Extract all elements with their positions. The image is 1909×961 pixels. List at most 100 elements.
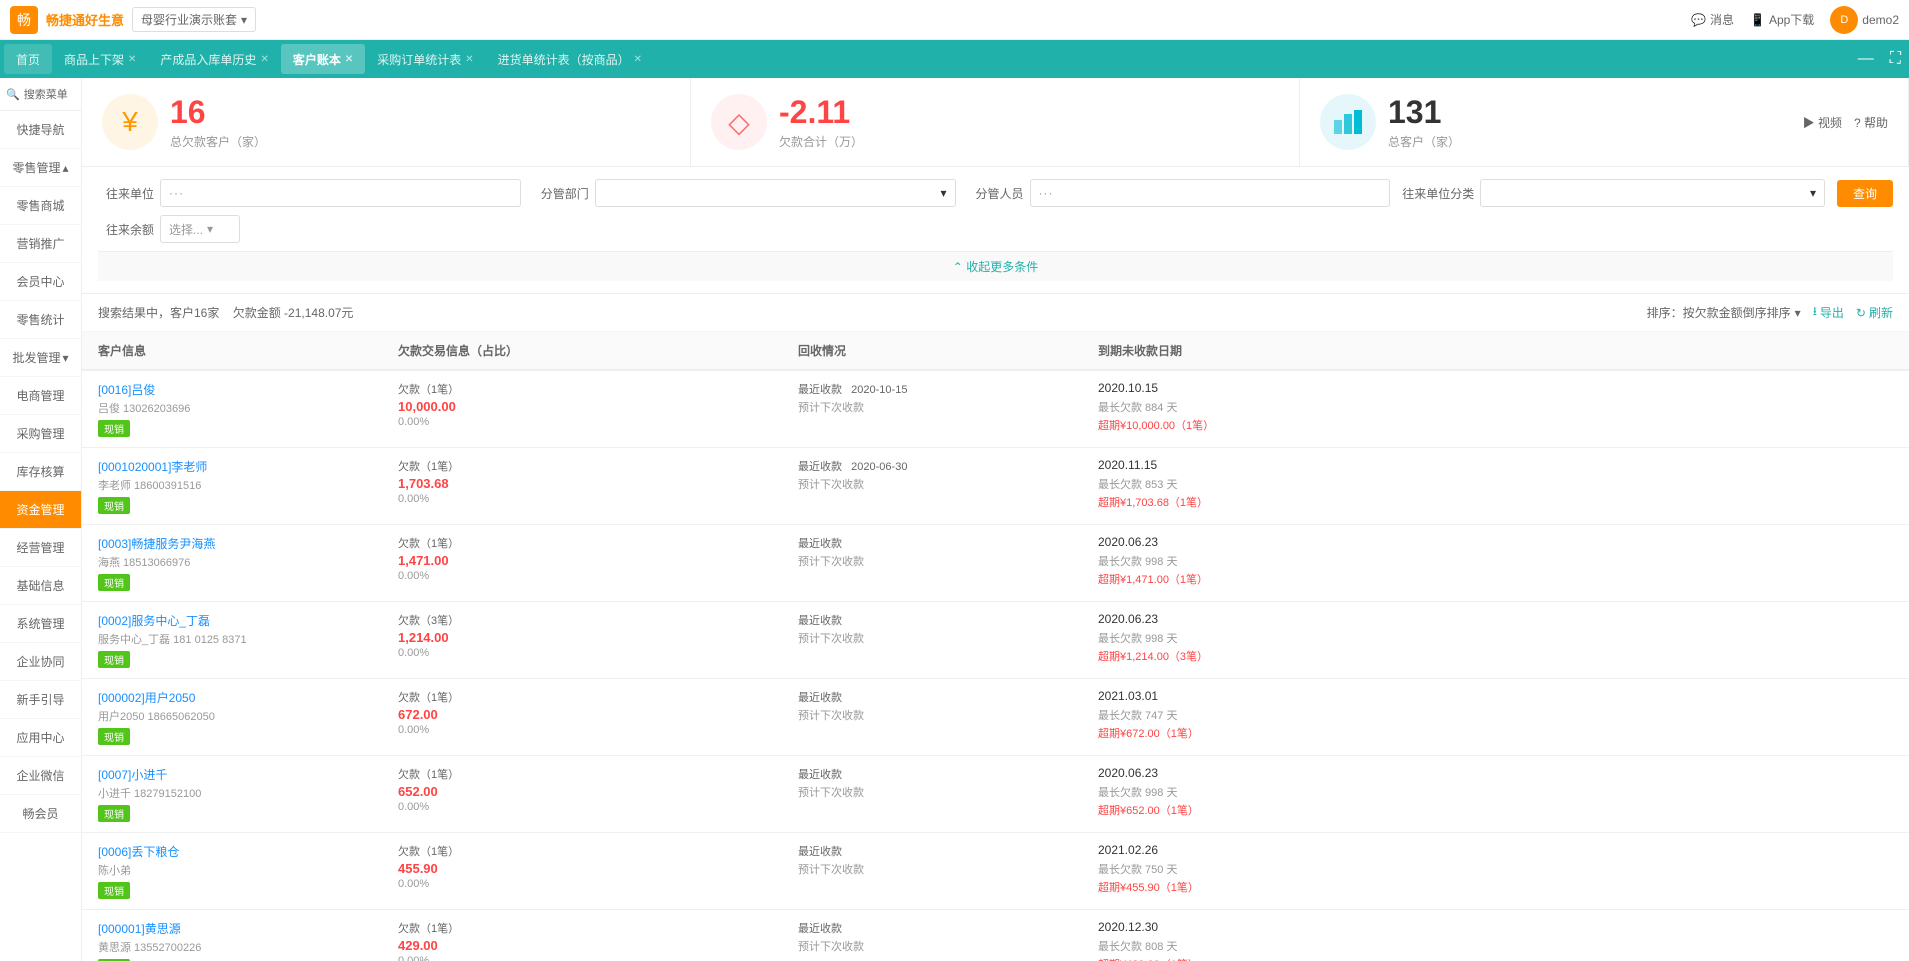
filter-input-company[interactable]: ··· xyxy=(160,179,521,207)
sidebar-item-basic-info[interactable]: 基础信息 xyxy=(0,567,81,605)
sidebar-item-marketing[interactable]: 营销推广 xyxy=(0,225,81,263)
customer-tag-5: 现销 xyxy=(98,728,130,745)
filter-input-dept[interactable]: ▾ xyxy=(595,179,956,207)
sidebar-item-new-guide[interactable]: 新手引导 xyxy=(0,681,81,719)
customer-name-4[interactable]: [0002]服务中心_丁磊 xyxy=(98,612,398,629)
table-row: [0007]小进千 小进千 18279152100 现销 欠款（1笔） 652.… xyxy=(82,756,1909,833)
maximize-btn[interactable]: ⛶ xyxy=(1886,50,1905,68)
tab-close-icon[interactable]: ✕ xyxy=(465,54,473,65)
sidebar-item-finance[interactable]: 资金管理 xyxy=(0,491,81,529)
customer-name-3[interactable]: [0003]畅捷服务尹海燕 xyxy=(98,535,398,552)
customer-tag-3: 现销 xyxy=(98,574,130,591)
export-btn[interactable]: ⭳ 导出 xyxy=(1813,302,1844,323)
recovery-cell-4: 最近收款 预计下次收款 xyxy=(798,612,1098,646)
minimize-btn[interactable]: — xyxy=(1854,50,1878,68)
overdue-cell-2: 2020.11.15 最长欠款 853 天 超期¥1,703.68（1笔） xyxy=(1098,458,1893,510)
customer-name-6[interactable]: [0007]小进千 xyxy=(98,766,398,783)
sidebar-item-retail-mall[interactable]: 零售商城 xyxy=(0,187,81,225)
top-right-actions: 💬 消息 📱 App下载 D demo2 xyxy=(1691,6,1899,34)
query-button[interactable]: 查询 xyxy=(1837,180,1893,207)
customer-cell-3: [0003]畅捷服务尹海燕 海燕 18513066976 现销 xyxy=(98,535,398,591)
sort-label: 排序：按欠款金额倒序排序 xyxy=(1647,304,1791,321)
phone-icon: 📱 xyxy=(1750,13,1765,27)
recovery-cell-1: 最近收款 2020-10-15 预计下次收款 xyxy=(798,381,1098,415)
recovery-cell-6: 最近收款 预计下次收款 xyxy=(798,766,1098,800)
overdue-cell-7: 2021.02.26 最长欠款 750 天 超期¥455.90（1笔） xyxy=(1098,843,1893,895)
user-avatar[interactable]: D demo2 xyxy=(1830,6,1899,34)
sidebar-item-system-mgmt[interactable]: 系统管理 xyxy=(0,605,81,643)
debt-cell-1: 欠款（1笔） 10,000.00 0.00% xyxy=(398,381,798,428)
stat-card-total-customers: 131 总客户（家） ▶ 视频 ? 帮助 xyxy=(1300,78,1909,166)
tab-close-icon[interactable]: ✕ xyxy=(260,54,268,65)
video-btn[interactable]: ▶ 视频 xyxy=(1803,114,1842,131)
filter-label-class: 往来单位分类 xyxy=(1402,185,1474,202)
company-selector[interactable]: 母婴行业演示账套 ▾ xyxy=(132,7,256,32)
sidebar-item-enterprise-wechat[interactable]: 企业微信 xyxy=(0,757,81,795)
sidebar-item-purchase-mgmt[interactable]: 采购管理 xyxy=(0,415,81,453)
sidebar-item-ecommerce[interactable]: 电商管理 xyxy=(0,377,81,415)
customer-info-8: 黄思源 13552700226 xyxy=(98,939,398,955)
customer-info-4: 服务中心_丁磊 181 0125 8371 xyxy=(98,631,398,647)
help-btn[interactable]: ? 帮助 xyxy=(1854,114,1888,131)
customer-info-5: 用户2050 18665062050 xyxy=(98,708,398,724)
filter-area: 往来单位 ··· 分管部门 ▾ 分管人员 ··· xyxy=(82,167,1909,293)
sidebar-item-wholesale-mgmt[interactable]: 批发管理▾ xyxy=(0,339,81,377)
customer-cell-6: [0007]小进千 小进千 18279152100 现销 xyxy=(98,766,398,822)
stat-number-debtors: 16 xyxy=(170,94,266,131)
customer-name-8[interactable]: [000001]黄思源 xyxy=(98,920,398,937)
sidebar-item-inventory[interactable]: 库存核算 xyxy=(0,453,81,491)
stat-info-total-debt: -2.11 欠款合计（万） xyxy=(779,94,863,150)
sidebar-item-member-center[interactable]: 会员中心 xyxy=(0,263,81,301)
debt-cell-3: 欠款（1笔） 1,471.00 0.00% xyxy=(398,535,798,582)
stat-info-debtors: 16 总欠款客户（家） xyxy=(170,94,266,150)
sidebar-item-quick-nav[interactable]: 快捷导航 xyxy=(0,111,81,149)
tab-purchase-stats[interactable]: 采购订单统计表 ✕ xyxy=(365,44,485,74)
filter-input-person[interactable]: ··· xyxy=(1030,179,1391,207)
sidebar-item-enterprise-collab[interactable]: 企业协同 xyxy=(0,643,81,681)
main-layout: 🔍 搜索菜单 快捷导航 零售管理▴ 零售商城 营销推广 会员中心 零售统计 批发… xyxy=(0,78,1909,961)
sidebar-item-retail-mgmt[interactable]: 零售管理▴ xyxy=(0,149,81,187)
collapse-icon: ⌃ xyxy=(953,260,966,274)
col-header-debt: 欠款交易信息（占比） xyxy=(398,342,798,359)
customer-cell-2: [0001020001]李老师 李老师 18600391516 现销 xyxy=(98,458,398,514)
sidebar-item-vip[interactable]: 畅会员 xyxy=(0,795,81,833)
stat-label-total-debt: 欠款合计（万） xyxy=(779,133,863,150)
sort-selector[interactable]: 排序：按欠款金额倒序排序 ▾ xyxy=(1647,304,1801,321)
recovery-cell-3: 最近收款 预计下次收款 xyxy=(798,535,1098,569)
tab-inbound-stats[interactable]: 进货单统计表（按商品） ✕ xyxy=(486,44,654,74)
customer-info-7: 陈小弟 xyxy=(98,862,398,878)
sort-arrow: ▾ xyxy=(1795,306,1801,320)
tab-product-history[interactable]: 产成品入库单历史 ✕ xyxy=(148,44,280,74)
filter-input-class[interactable]: ▾ xyxy=(1480,179,1825,207)
avatar-img: D xyxy=(1830,6,1858,34)
stat-icon-total-debt: ◇ xyxy=(711,94,767,150)
tab-close-icon[interactable]: ✕ xyxy=(345,54,353,65)
refresh-btn[interactable]: ↻ 刷新 xyxy=(1856,304,1893,321)
filter-balance: 往来余额 选择... ▾ xyxy=(98,215,298,243)
filter-row-1: 往来单位 ··· 分管部门 ▾ 分管人员 ··· xyxy=(98,179,1893,207)
message-btn[interactable]: 💬 消息 xyxy=(1691,11,1734,28)
top-bar: 畅 畅捷通好生意 母婴行业演示账套 ▾ 💬 消息 📱 App下载 D demo2 xyxy=(0,0,1909,40)
tab-product-listing[interactable]: 商品上下架 ✕ xyxy=(52,44,148,74)
customer-name-7[interactable]: [0006]丢下粮仓 xyxy=(98,843,398,860)
tab-close-icon[interactable]: ✕ xyxy=(128,54,136,65)
customer-name-5[interactable]: [000002]用户2050 xyxy=(98,689,398,706)
tab-customer-ledger[interactable]: 客户账本 ✕ xyxy=(281,44,365,74)
filter-label-person: 分管人员 xyxy=(968,185,1024,202)
sidebar-search[interactable]: 🔍 搜索菜单 xyxy=(0,78,81,111)
tab-close-icon[interactable]: ✕ xyxy=(634,54,642,65)
tab-home[interactable]: 首页 xyxy=(4,44,52,74)
stat-card-debtors: ¥ 16 总欠款客户（家） xyxy=(82,78,691,166)
customer-name-2[interactable]: [0001020001]李老师 xyxy=(98,458,398,475)
sidebar-item-retail-stats[interactable]: 零售统计 xyxy=(0,301,81,339)
stat-label-debtors: 总欠款客户（家） xyxy=(170,133,266,150)
customer-cell-5: [000002]用户2050 用户2050 18665062050 现销 xyxy=(98,689,398,745)
dropdown-arrow-dept: ▾ xyxy=(940,186,946,200)
content-area: ¥ 16 总欠款客户（家） ◇ -2.11 欠款合计（万） xyxy=(82,78,1909,961)
sidebar-item-app-center[interactable]: 应用中心 xyxy=(0,719,81,757)
sidebar-item-operations[interactable]: 经营管理 xyxy=(0,529,81,567)
collapse-bar[interactable]: ⌃ 收起更多条件 xyxy=(98,251,1893,281)
app-download-btn[interactable]: 📱 App下载 xyxy=(1750,11,1814,28)
filter-select-balance[interactable]: 选择... ▾ xyxy=(160,215,240,243)
customer-name-1[interactable]: [0016]吕俊 xyxy=(98,381,398,398)
